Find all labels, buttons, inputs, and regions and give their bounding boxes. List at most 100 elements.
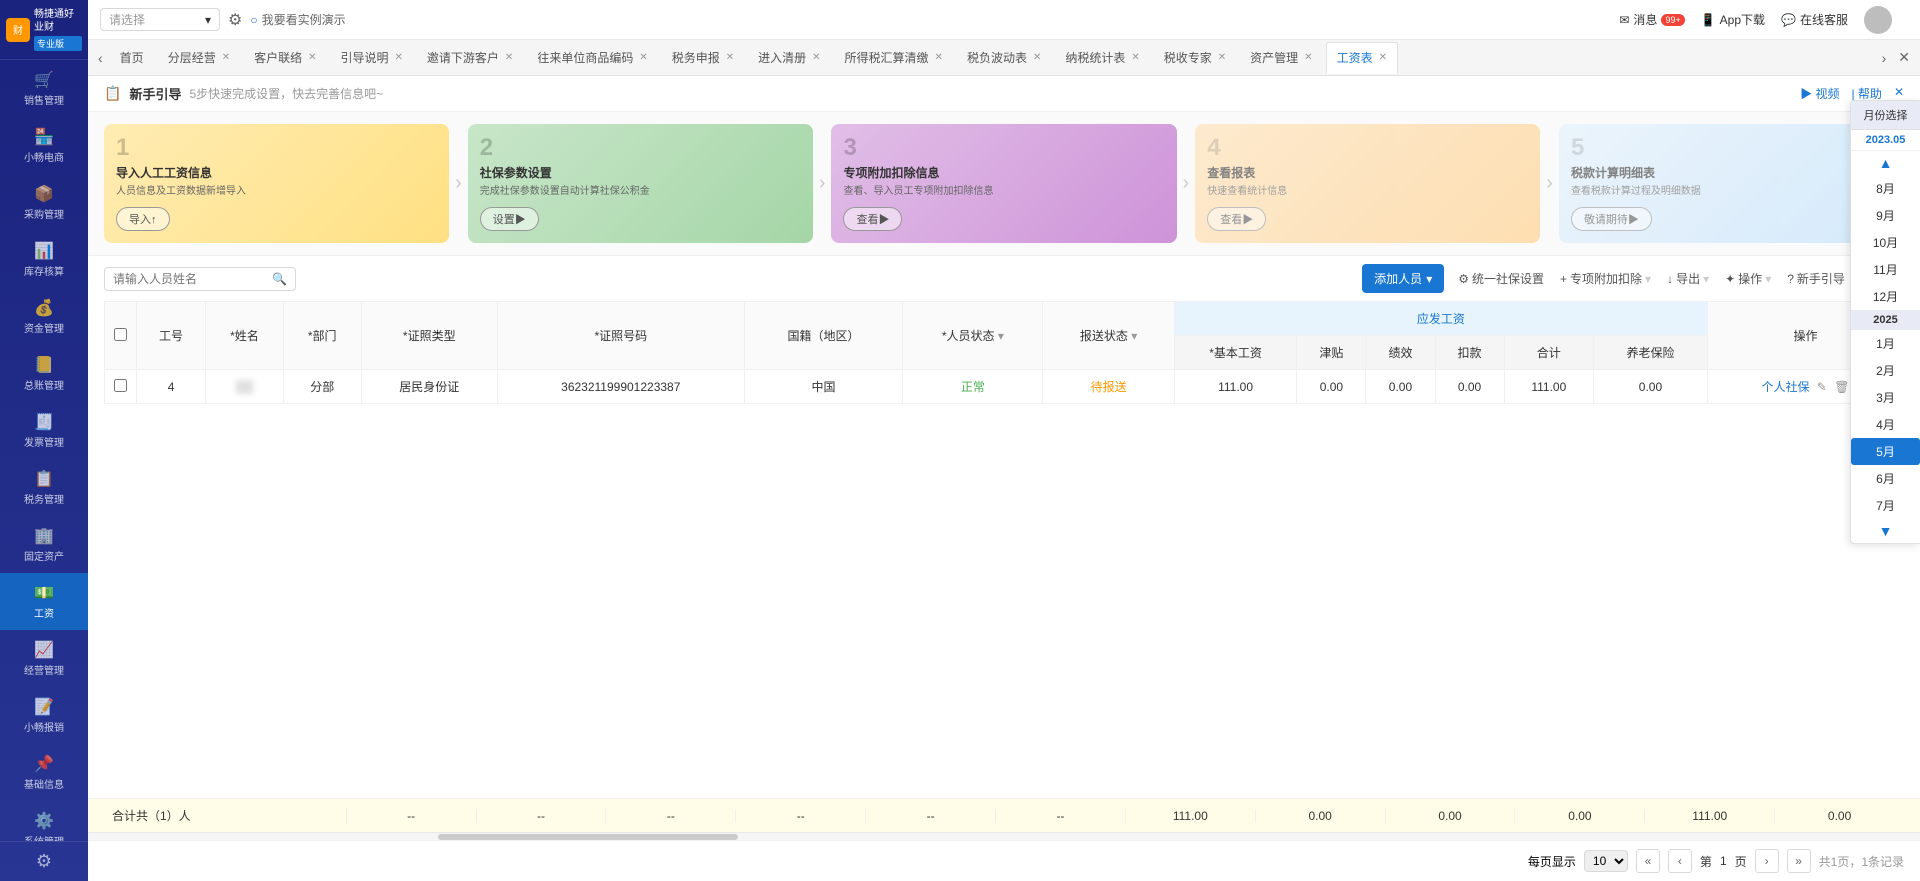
page-prev-btn[interactable]: ‹: [1668, 849, 1692, 873]
th-select-all[interactable]: [105, 302, 137, 370]
month-item-2月[interactable]: 2月: [1851, 357, 1920, 384]
action-delete-0[interactable]: 🗑: [1834, 380, 1849, 394]
month-nav-down[interactable]: ▼: [1851, 519, 1920, 543]
month-item-6月[interactable]: 6月: [1851, 465, 1920, 492]
month-item-7月[interactable]: 7月: [1851, 492, 1920, 519]
guide-step-btn-2[interactable]: 设置▶: [480, 207, 539, 231]
sidebar-item-basic[interactable]: 📌 基础信息: [0, 744, 88, 801]
row-checkbox-0[interactable]: [105, 370, 137, 404]
sidebar-item-purchase[interactable]: 📦 采购管理: [0, 174, 88, 231]
page-first-btn[interactable]: «: [1636, 849, 1660, 873]
sidebar-item-inventory[interactable]: 📊 库存核算: [0, 231, 88, 288]
sidebar-label-capital: 资金管理: [24, 320, 64, 335]
tab-close-customer[interactable]: ✕: [308, 52, 316, 63]
scroll-bar-area[interactable]: [88, 832, 1920, 840]
sidebar-item-tax[interactable]: 📋 税务管理: [0, 459, 88, 516]
tab-customer[interactable]: 客户联络✕: [243, 42, 327, 74]
settings-icon[interactable]: ⚙: [0, 841, 88, 881]
toolbar-action-3[interactable]: ✦操作 ▾: [1719, 267, 1777, 290]
month-item-1月[interactable]: 1月: [1851, 330, 1920, 357]
month-item-3月[interactable]: 3月: [1851, 384, 1920, 411]
tab-close-salary-tab[interactable]: ✕: [1379, 52, 1387, 63]
month-nav-up[interactable]: ▲: [1851, 151, 1920, 175]
sidebar-item-capital[interactable]: 💰 资金管理: [0, 288, 88, 345]
sidebar-item-sales[interactable]: 🛒 销售管理: [0, 60, 88, 117]
tab-tax-incentive[interactable]: 税负波动表✕: [956, 42, 1052, 74]
page-last-btn[interactable]: »: [1787, 849, 1811, 873]
month-item-11月[interactable]: 11月: [1851, 256, 1920, 283]
gear-icon[interactable]: ⚙: [228, 10, 242, 30]
tab-close-layered[interactable]: ✕: [222, 52, 230, 63]
tab-home[interactable]: 首页: [109, 42, 155, 74]
month-item-8月[interactable]: 8月: [1851, 175, 1920, 202]
tab-close-tax-incentive[interactable]: ✕: [1033, 52, 1041, 63]
tab-close-tax-stat[interactable]: ✕: [1131, 52, 1139, 63]
tab-tax-stat[interactable]: 纳税统计表✕: [1054, 42, 1150, 74]
tab-close-assets-mgmt[interactable]: ✕: [1304, 52, 1312, 63]
tab-clearance[interactable]: 进入清册✕: [747, 42, 831, 74]
tab-guide-tab[interactable]: 引导说明✕: [330, 42, 414, 74]
user-select[interactable]: 请选择 ▾: [100, 8, 220, 31]
sidebar-item-ledger[interactable]: 📒 总账管理: [0, 345, 88, 402]
month-item-12月[interactable]: 12月: [1851, 283, 1920, 310]
tab-close-guide-tab[interactable]: ✕: [395, 52, 403, 63]
tab-close-invite[interactable]: ✕: [505, 52, 513, 63]
tab-close-all[interactable]: ✕: [1892, 49, 1916, 66]
toolbar-action-0[interactable]: ⚙统一社保设置: [1452, 267, 1550, 290]
guide-step-1: 1 导入人工工资信息 人员信息及工资数据新增导入 导入↑: [104, 124, 449, 243]
page-size-select[interactable]: 10 20 50: [1584, 850, 1628, 872]
month-item-active[interactable]: 5月: [1851, 438, 1920, 465]
tab-tax-report[interactable]: 税务申报✕: [661, 42, 745, 74]
action-personal-insurance-0[interactable]: 个人社保: [1761, 380, 1809, 394]
tab-nav-right[interactable]: ›: [1876, 50, 1893, 66]
select-all-checkbox[interactable]: [114, 328, 127, 341]
sidebar-item-ecommerce[interactable]: 🏪 小畅电商: [0, 117, 88, 174]
toolbar-action-4[interactable]: ?新手引导: [1781, 267, 1851, 290]
user-select-arrow: ▾: [205, 13, 211, 27]
guide-step-btn-3[interactable]: 查看▶: [843, 207, 902, 231]
cell-id-number-0: 36232119990122338​7: [497, 370, 744, 404]
guide-step-btn-4[interactable]: 查看▶: [1207, 207, 1266, 231]
sidebar-item-mini-sales[interactable]: 📝 小畅报销: [0, 687, 88, 744]
month-item-10月[interactable]: 10月: [1851, 229, 1920, 256]
tab-product-code[interactable]: 往来单位商品编码✕: [526, 42, 658, 74]
search-input[interactable]: [113, 272, 268, 286]
month-item-9月[interactable]: 9月: [1851, 202, 1920, 229]
guide-step-btn-1[interactable]: 导入↑: [116, 207, 170, 231]
sidebar-item-system[interactable]: ⚙️ 系统管理: [0, 801, 88, 841]
tab-close-tax-expert[interactable]: ✕: [1218, 52, 1226, 63]
tab-assets-mgmt[interactable]: 资产管理✕: [1239, 42, 1323, 74]
sidebar-item-invoice[interactable]: 🧾 发票管理: [0, 402, 88, 459]
tab-nav-left[interactable]: ‹: [92, 50, 109, 66]
tab-close-product-code[interactable]: ✕: [639, 52, 647, 63]
guide-video-btn[interactable]: ▶ 视频: [1800, 85, 1839, 102]
toolbar-action-2[interactable]: ↓导出 ▾: [1661, 267, 1715, 290]
tab-close-tax-calc[interactable]: ✕: [935, 52, 943, 63]
demo-btn[interactable]: ○ 我要看实例演示: [250, 11, 345, 28]
cell-employee-id-0: 4: [137, 370, 206, 404]
month-item-4月[interactable]: 4月: [1851, 411, 1920, 438]
app-download-btn[interactable]: 📱 App下载: [1701, 11, 1765, 28]
action-edit-0[interactable]: ✎: [1817, 380, 1827, 394]
sidebar-item-operations[interactable]: 📈 经营管理: [0, 630, 88, 687]
messages-btn[interactable]: ✉ 消息 99+: [1619, 11, 1684, 28]
current-page: 1: [1720, 854, 1727, 868]
tab-tax-calc[interactable]: 所得税汇算清缴✕: [834, 42, 954, 74]
search-box[interactable]: 🔍: [104, 267, 296, 291]
tab-tax-expert[interactable]: 税收专家✕: [1153, 42, 1237, 74]
add-person-btn[interactable]: 添加人员 ▾: [1362, 264, 1444, 293]
guide-step-btn-5[interactable]: 敬请期待▶: [1571, 207, 1652, 231]
online-service-btn[interactable]: 💬 在线客服: [1781, 11, 1848, 28]
tab-layered[interactable]: 分层经营✕: [157, 42, 241, 74]
tab-invite[interactable]: 邀请下游客户✕: [416, 42, 524, 74]
toolbar-action-1[interactable]: +专项附加扣除 ▾: [1554, 267, 1657, 290]
sidebar-item-salary[interactable]: 💵 工资: [0, 573, 88, 630]
tab-close-tax-report[interactable]: ✕: [726, 52, 734, 63]
tab-salary-tab[interactable]: 工资表✕: [1326, 42, 1398, 74]
row-select-0[interactable]: [114, 379, 127, 392]
page-next-btn[interactable]: ›: [1755, 849, 1779, 873]
user-avatar[interactable]: [1864, 6, 1892, 34]
sidebar-icon-system: ⚙️: [34, 811, 54, 831]
tab-close-clearance[interactable]: ✕: [812, 52, 820, 63]
sidebar-item-assets[interactable]: 🏢 固定资产: [0, 516, 88, 573]
